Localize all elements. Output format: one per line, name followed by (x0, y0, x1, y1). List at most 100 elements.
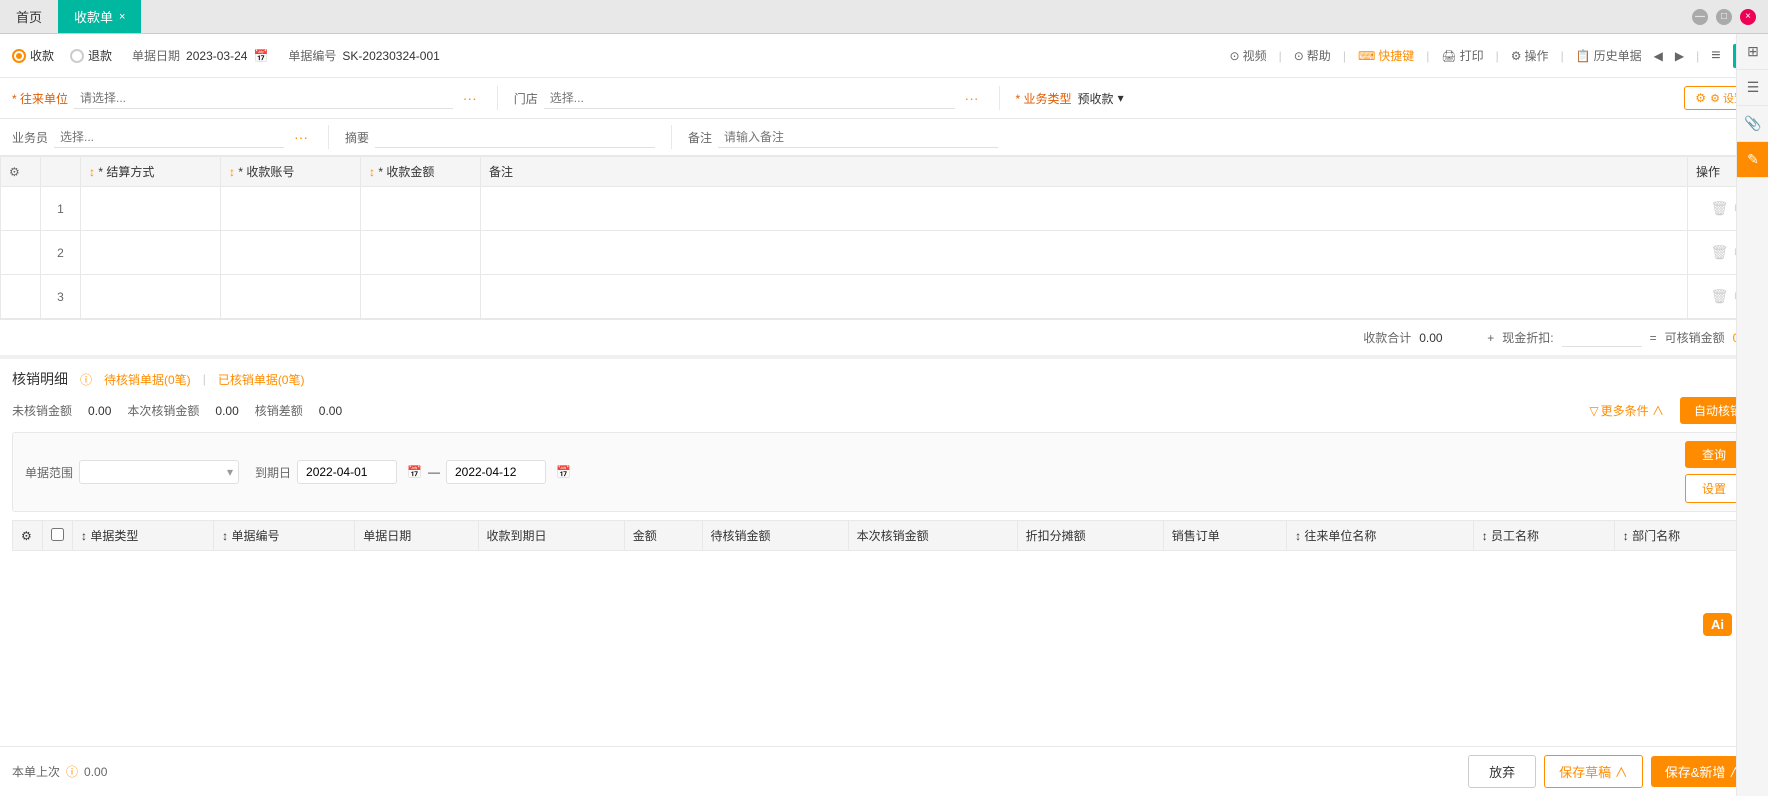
counterpart-more-btn[interactable]: ··· (459, 90, 481, 106)
row3-delete-icon[interactable]: 🗑 (1711, 288, 1729, 305)
radio-receipt-dot (12, 49, 26, 63)
nav-prev-btn[interactable]: ◀ (1654, 49, 1663, 63)
bottom-table: ⚙ ↕ 单据类型 ↕ 单据编号 单据日期 (12, 520, 1756, 551)
list-view-btn[interactable]: ≡ (1711, 47, 1720, 65)
window-minimize-button[interactable]: — (1692, 9, 1708, 25)
row2-account[interactable] (221, 231, 361, 275)
doc-date-calendar-icon[interactable]: 📅 (253, 49, 268, 63)
select-all-checkbox[interactable] (51, 528, 64, 541)
store-more-btn[interactable]: ··· (961, 90, 983, 106)
th-account-label: * 收款账号 (238, 165, 294, 179)
video-icon: ⊙ (1230, 49, 1240, 63)
sidebar-icon-list[interactable]: ☰ (1737, 70, 1768, 106)
table-settings-icon[interactable]: ⚙ (9, 165, 20, 179)
row1-method[interactable] (81, 187, 221, 231)
total-label: 收款合计 (1363, 329, 1411, 346)
row2-method[interactable] (81, 231, 221, 275)
operations-link[interactable]: ⚙ 操作 (1511, 47, 1549, 64)
doc-date-field: 单据日期 2023-03-24 📅 (132, 47, 268, 64)
history-link[interactable]: 📋 历史单据 (1576, 47, 1642, 64)
window-close-button[interactable]: × (1740, 9, 1756, 25)
th-current-amount: 本次核销金额 (848, 521, 1017, 551)
more-conditions-btn[interactable]: ▽ 更多条件 ∧ (1589, 402, 1664, 419)
verify-settings-button[interactable]: 设置 (1685, 474, 1743, 503)
remark-input[interactable] (718, 127, 998, 148)
window-maximize-button[interactable]: □ (1716, 9, 1732, 25)
sidebar-icon-table[interactable]: ⊞ (1737, 34, 1768, 70)
more-conditions-label: 更多条件 ∧ (1601, 402, 1664, 419)
range-select[interactable] (79, 460, 239, 484)
row1-delete-icon[interactable]: 🗑 (1711, 200, 1729, 217)
ai-badge[interactable]: Ai (1703, 613, 1732, 636)
cash-discount-input[interactable] (1562, 328, 1642, 347)
shortcuts-label: 快捷键 (1378, 47, 1414, 64)
sort-icon4: ↕ (1482, 529, 1488, 543)
verify-info-icon[interactable]: ⓘ (80, 371, 92, 388)
video-link[interactable]: ⊙ 视频 (1230, 47, 1267, 64)
diff-value: 0.00 (319, 404, 342, 418)
tab-receipt[interactable]: 收款单 × (58, 0, 141, 33)
row1-remark[interactable] (481, 187, 1688, 231)
nav-next-btn[interactable]: ▶ (1675, 49, 1684, 63)
doc-no-value: SK-20230324-001 (342, 49, 439, 63)
th-amount-label: * 收款金额 (378, 165, 434, 179)
date-to-calendar-icon[interactable]: 📅 (556, 465, 571, 479)
radio-receipt[interactable]: 收款 (12, 47, 54, 64)
summary-row: 收款合计 0.00 + 现金折扣: = 可核销金额 0.00 (0, 319, 1768, 355)
row2-num: 2 (41, 231, 81, 275)
shortcuts-link[interactable]: ⌨ 快捷键 (1358, 47, 1414, 64)
radio-refund[interactable]: 退款 (70, 47, 112, 64)
row3-amount[interactable] (361, 275, 481, 319)
divider1 (497, 86, 498, 110)
sidebar-icon-attachment[interactable]: 📎 (1737, 106, 1768, 142)
tab-home[interactable]: 首页 (0, 0, 58, 33)
sidebar-icon-edit[interactable]: ✎ (1737, 142, 1768, 178)
verify-tab-sep: | (203, 372, 206, 386)
plus-sign: + (1487, 331, 1494, 345)
total-value: 0.00 (1419, 331, 1479, 345)
bottom-info-label: 本单上次 (12, 763, 60, 780)
verify-done-tab[interactable]: 已核销单据(0笔) (218, 371, 305, 388)
staff-input[interactable] (54, 127, 284, 148)
date-from-input[interactable] (297, 460, 397, 484)
row2-settings-cell (1, 231, 41, 275)
net-label: 可核销金额 (1665, 329, 1725, 346)
tab-bar: 首页 收款单 × — □ × (0, 0, 1768, 34)
counterpart-input[interactable] (74, 88, 453, 109)
row3-method[interactable] (81, 275, 221, 319)
summary-field: 摘要 (345, 127, 655, 148)
equals-sign: = (1650, 331, 1657, 345)
th-amount: 金额 (624, 521, 702, 551)
shortcuts-icon: ⌨ (1358, 49, 1375, 63)
table-row: 3 🗑 ⧉ (1, 275, 1768, 319)
row3-remark[interactable] (481, 275, 1688, 319)
row2-remark[interactable] (481, 231, 1688, 275)
print-link[interactable]: 🖨 打印 (1441, 47, 1483, 64)
verify-pending-tab[interactable]: 待核销单据(0笔) (104, 371, 191, 388)
summary-input[interactable] (375, 127, 655, 148)
store-input[interactable] (544, 88, 955, 109)
date-to-input[interactable] (446, 460, 546, 484)
abandon-button[interactable]: 放弃 (1468, 755, 1536, 788)
bottom-info-icon[interactable]: ⓘ (66, 763, 78, 780)
query-button[interactable]: 查询 (1685, 441, 1743, 468)
sep2: | (1343, 49, 1346, 63)
help-link[interactable]: ⊙ 帮助 (1294, 47, 1331, 64)
table-settings-icon2[interactable]: ⚙ (21, 529, 32, 543)
help-label: 帮助 (1307, 47, 1331, 64)
th-doc-no: ↕ 单据编号 (214, 521, 355, 551)
biz-type-select[interactable]: 预收款 ▾ (1078, 90, 1124, 107)
row2-delete-icon[interactable]: 🗑 (1711, 244, 1729, 261)
remark-field: 备注 (688, 127, 998, 148)
row2-amount[interactable] (361, 231, 481, 275)
row1-account[interactable] (221, 187, 361, 231)
th-receipt-date: 收款到期日 (478, 521, 624, 551)
row1-amount[interactable] (361, 187, 481, 231)
tab-close-icon[interactable]: × (119, 11, 125, 23)
th-staff-name: ↕ 员工名称 (1473, 521, 1614, 551)
row3-account[interactable] (221, 275, 361, 319)
save-draft-button[interactable]: 保存草稿 ∧ (1544, 755, 1643, 788)
video-label: 视频 (1243, 47, 1267, 64)
staff-more-btn[interactable]: ··· (290, 129, 312, 145)
date-from-calendar-icon[interactable]: 📅 (407, 465, 422, 479)
